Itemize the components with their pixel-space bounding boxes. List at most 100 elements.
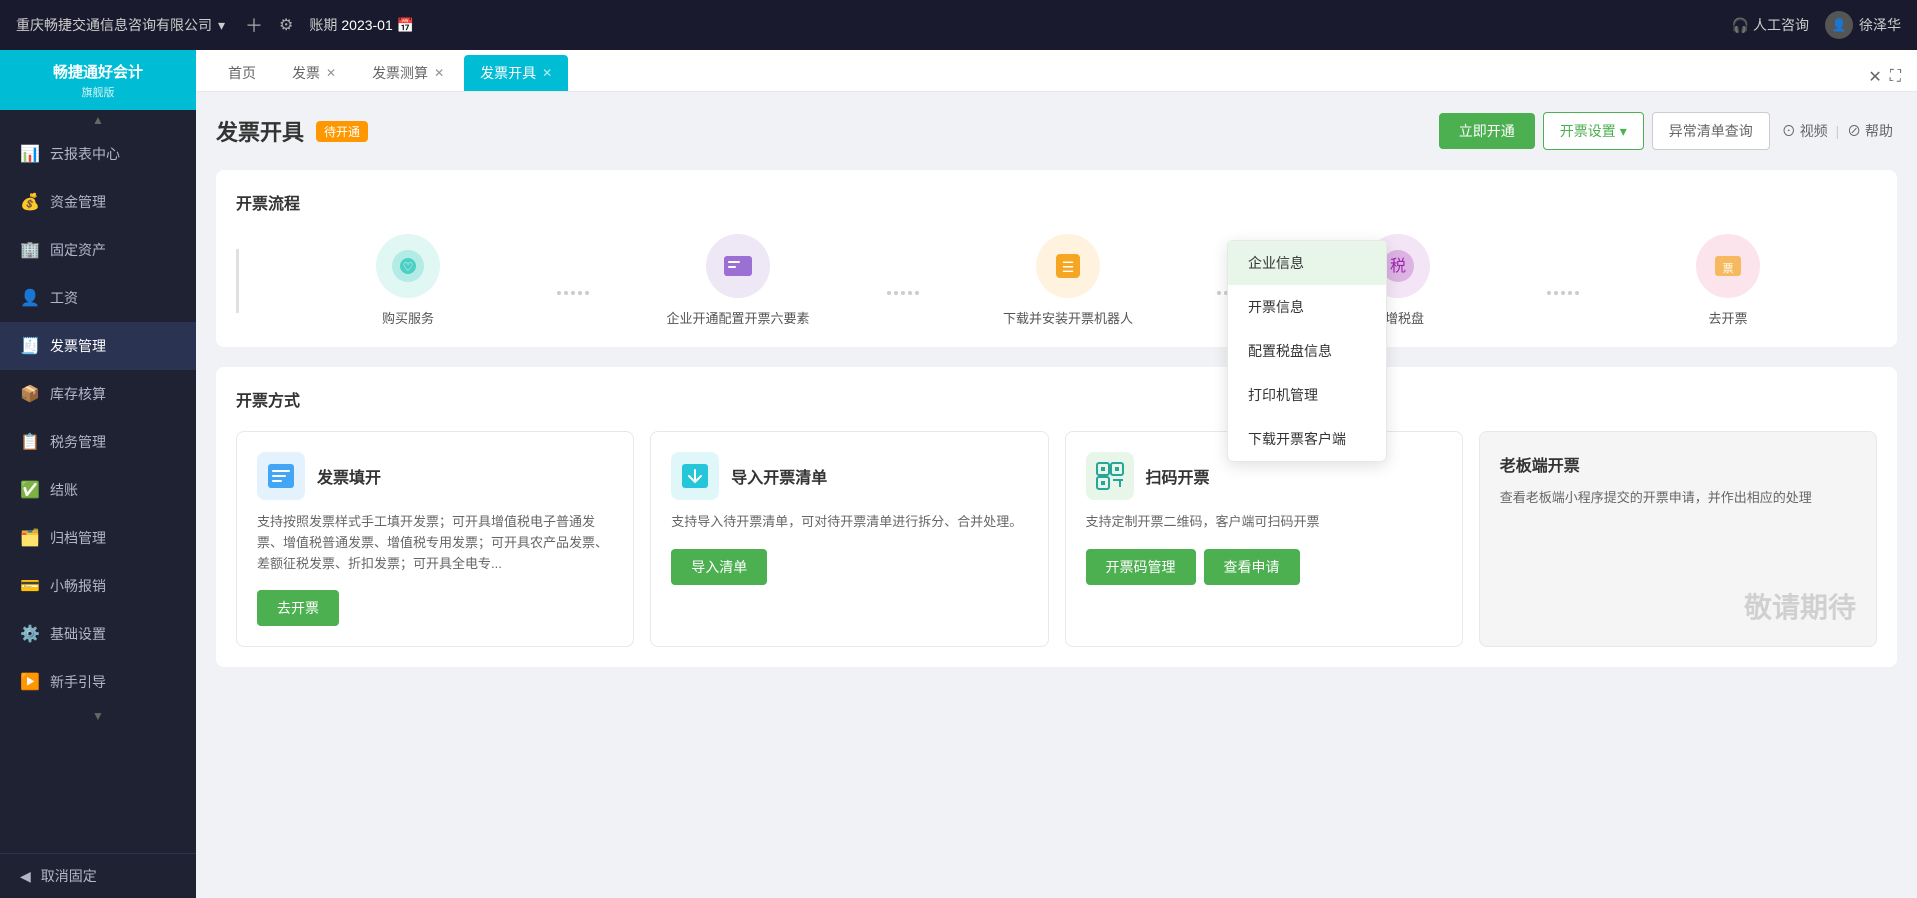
- settings-label: 开票设置: [1560, 121, 1616, 141]
- sidebar-item-guidang[interactable]: 🗂️ 归档管理: [0, 514, 196, 562]
- method-boss-desc: 查看老板端小程序提交的开票申请，并作出相应的处理: [1500, 488, 1856, 509]
- flow-step-2: 企业开通配置开票六要素: [589, 234, 887, 327]
- sidebar-item-label: 云报表中心: [50, 144, 120, 164]
- sidebar-item-xinshouyindao[interactable]: ▶️ 新手引导: [0, 658, 196, 706]
- method-header-boss: 老板端开票: [1500, 452, 1856, 476]
- flow-steps-container: ♡ 购买服务 企业开通配置开票六要素: [236, 234, 1877, 327]
- sidebar-item-shuiwu[interactable]: 📋 税务管理: [0, 418, 196, 466]
- settings-icon[interactable]: ⚙: [279, 15, 293, 35]
- unpin-icon: ◀: [20, 868, 31, 885]
- tab-estimate[interactable]: 发票测算 ✕: [356, 55, 460, 91]
- tab-invoice[interactable]: 发票 ✕: [276, 55, 352, 91]
- sidebar-item-fapiao[interactable]: 🧾 发票管理: [0, 322, 196, 370]
- scan-buttons: 开票码管理 查看申请: [1086, 549, 1442, 585]
- activate-button[interactable]: 立即开通: [1439, 113, 1535, 149]
- flow-step-1: ♡ 购买服务: [259, 234, 557, 327]
- support-button[interactable]: 🎧 人工咨询: [1732, 15, 1809, 35]
- tab-invoice-close[interactable]: ✕: [326, 66, 336, 80]
- method-fill-title: 发票填开: [317, 464, 381, 488]
- sidebar-item-zijin[interactable]: 💰 资金管理: [0, 178, 196, 226]
- add-icon[interactable]: ＋: [245, 12, 263, 38]
- method-card-boss: 老板端开票 查看老板端小程序提交的开票申请，并作出相应的处理 敬请期待: [1479, 431, 1877, 647]
- tab-estimate-label: 发票测算: [372, 63, 428, 83]
- sidebar-item-label: 工资: [50, 288, 78, 308]
- user-info[interactable]: 👤 徐泽华: [1825, 11, 1901, 39]
- sidebar-item-xiaochang[interactable]: 💳 小畅报销: [0, 562, 196, 610]
- tab-home-label: 首页: [228, 63, 256, 83]
- tab-issue-close[interactable]: ✕: [542, 66, 552, 80]
- import-invoice-icon: [671, 452, 719, 500]
- sidebar-item-jichushezhi[interactable]: ⚙️ 基础设置: [0, 610, 196, 658]
- flow-connector-1: [557, 266, 589, 295]
- sidebar-item-label: 库存核算: [50, 384, 106, 404]
- svg-text:票: 票: [1723, 262, 1734, 275]
- abnormal-list-button[interactable]: 异常清单查询: [1652, 112, 1770, 150]
- flow-connector-4: [1547, 266, 1579, 295]
- video-label: 视频: [1800, 123, 1828, 139]
- top-bar: 重庆畅捷交通信息咨询有限公司 ▾ ＋ ⚙ 账期 2023-01 📅 🎧 人工咨询…: [0, 0, 1917, 50]
- company-selector[interactable]: 重庆畅捷交通信息咨询有限公司 ▾: [16, 15, 225, 35]
- dropdown-item-invoice-info[interactable]: 开票信息: [1228, 285, 1386, 329]
- view-apply-button[interactable]: 查看申请: [1204, 549, 1300, 585]
- expense-icon: 💳: [20, 576, 40, 596]
- dropdown-item-company-info[interactable]: 企业信息: [1228, 241, 1386, 285]
- methods-section-title: 开票方式: [236, 387, 1877, 411]
- question-icon: ⊘: [1847, 123, 1861, 139]
- period: 账期 2023-01 📅: [309, 15, 414, 35]
- sidebar-item-jiezhang[interactable]: ✅ 结账: [0, 466, 196, 514]
- sidebar-scroll-up[interactable]: ▲: [0, 110, 196, 130]
- avatar: 👤: [1825, 11, 1853, 39]
- box-icon: 📦: [20, 384, 40, 404]
- sidebar-item-kucun[interactable]: 📦 库存核算: [0, 370, 196, 418]
- money-icon: 💰: [20, 192, 40, 212]
- sidebar-item-label: 发票管理: [50, 336, 106, 356]
- tab-home[interactable]: 首页: [212, 55, 272, 91]
- dropdown-item-printer[interactable]: 打印机管理: [1228, 373, 1386, 417]
- method-scan-desc: 支持定制开票二维码，客户端可扫码开票: [1086, 512, 1442, 533]
- tab-close-icon[interactable]: ✕: [1868, 67, 1881, 87]
- invoice-icon: 🧾: [20, 336, 40, 356]
- page-content: 发票开具 待开通 立即开通 开票设置 ▾ 异常清单查询 ⊙ 视频 | ⊘ 帮助: [196, 92, 1917, 898]
- svg-text:♡: ♡: [403, 260, 414, 274]
- import-list-button[interactable]: 导入清单: [671, 549, 767, 585]
- dropdown-item-tax-disk[interactable]: 配置税盘信息: [1228, 329, 1386, 373]
- chevron-down-icon: ▾: [1620, 123, 1627, 140]
- user-name: 徐泽华: [1859, 15, 1901, 35]
- sidebar-item-gudingzichan[interactable]: 🏢 固定资产: [0, 226, 196, 274]
- sidebar-scroll-down[interactable]: ▼: [0, 706, 196, 726]
- settings-dropdown-menu: 企业信息 开票信息 配置税盘信息 打印机管理 下载开票客户端: [1227, 240, 1387, 462]
- top-bar-actions: ＋ ⚙ 账期 2023-01 📅: [245, 12, 414, 38]
- company-name: 重庆畅捷交通信息咨询有限公司: [16, 15, 212, 35]
- flow-section-title: 开票流程: [236, 190, 1877, 214]
- check-icon: ✅: [20, 480, 40, 500]
- qr-manage-button[interactable]: 开票码管理: [1086, 549, 1196, 585]
- sidebar-item-label: 结账: [50, 480, 78, 500]
- period-label: 账期: [309, 15, 337, 35]
- tab-expand-icon[interactable]: ⛶: [1890, 68, 1901, 86]
- page-header: 发票开具 待开通 立即开通 开票设置 ▾ 异常清单查询 ⊙ 视频 | ⊘ 帮助: [216, 112, 1897, 150]
- method-scan-title: 扫码开票: [1146, 464, 1210, 488]
- calendar-icon[interactable]: 📅: [397, 17, 414, 34]
- sidebar-item-quxiao[interactable]: ◀ 取消固定: [0, 854, 196, 898]
- video-button[interactable]: ⊙ 视频 | ⊘ 帮助: [1778, 113, 1897, 149]
- go-invoice-button[interactable]: 去开票: [257, 590, 339, 626]
- flow-step-5: 票 去开票: [1579, 234, 1877, 327]
- tab-estimate-close[interactable]: ✕: [434, 66, 444, 80]
- sidebar-bottom: ◀ 取消固定: [0, 853, 196, 898]
- fill-invoice-icon: [257, 452, 305, 500]
- method-card-import: 导入开票清单 支持导入待开票清单，可对待开票清单进行拆分、合并处理。 导入清单: [650, 431, 1048, 647]
- sidebar-item-yunbao[interactable]: 📊 云报表中心: [0, 130, 196, 178]
- flow-step-2-icon: [706, 234, 770, 298]
- settings-dropdown-button[interactable]: 开票设置 ▾: [1543, 112, 1644, 150]
- top-bar-right: 🎧 人工咨询 👤 徐泽华: [1732, 11, 1901, 39]
- svg-text:☰: ☰: [1062, 259, 1075, 275]
- dropdown-item-download-client[interactable]: 下载开票客户端: [1228, 417, 1386, 461]
- sidebar: 畅捷通好会计 旗舰版 ▲ 📊 云报表中心 💰 资金管理 🏢 固定资产 👤 工资 …: [0, 50, 196, 898]
- tab-issue[interactable]: 发票开具 ✕: [464, 55, 568, 91]
- sidebar-item-gongzi[interactable]: 👤 工资: [0, 274, 196, 322]
- method-import-title: 导入开票清单: [731, 464, 827, 488]
- page-title: 发票开具: [216, 115, 304, 147]
- method-fill-desc: 支持按照发票样式手工填开发票；可开具增值税电子普通发票、增值税普通发票、增值税专…: [257, 512, 613, 574]
- header-actions: 立即开通 开票设置 ▾ 异常清单查询 ⊙ 视频 | ⊘ 帮助: [1439, 112, 1897, 150]
- tab-issue-label: 发票开具: [480, 63, 536, 83]
